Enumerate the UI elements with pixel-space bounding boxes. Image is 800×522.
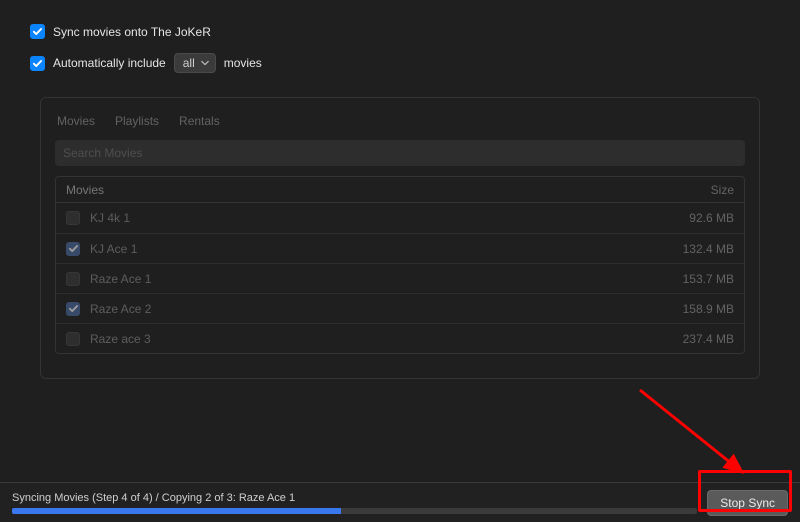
scope-select[interactable]: all: [174, 53, 216, 73]
row-name: Raze ace 3: [90, 332, 151, 346]
row-checkbox[interactable]: [66, 211, 80, 225]
check-icon: [68, 303, 79, 314]
check-icon: [68, 243, 79, 254]
row-size: 153.7 MB: [664, 272, 734, 286]
search-input[interactable]: [55, 140, 745, 166]
sync-movies-checkbox[interactable]: [30, 24, 45, 39]
progress-label: Syncing Movies (Step 4 of 4) / Copying 2…: [12, 492, 697, 504]
stop-sync-button[interactable]: Stop Sync: [707, 490, 788, 516]
auto-include-suffix: movies: [224, 56, 262, 70]
row-size: 132.4 MB: [664, 242, 734, 256]
row-name-cell: Raze Ace 2: [66, 302, 664, 316]
row-name-cell: KJ 4k 1: [66, 211, 664, 225]
movies-panel: Movies Playlists Rentals Movies Size KJ …: [40, 97, 760, 379]
row-name: KJ Ace 1: [90, 242, 137, 256]
sync-options: Sync movies onto The JoKeR Automatically…: [0, 0, 800, 97]
tab-rentals[interactable]: Rentals: [179, 114, 220, 128]
table-body: KJ 4k 1 92.6 MB KJ Ace 1 132.4 MB Raze Ace 1…: [56, 203, 744, 353]
row-name-cell: Raze Ace 1: [66, 272, 664, 286]
table-row[interactable]: KJ Ace 1 132.4 MB: [56, 233, 744, 263]
row-checkbox[interactable]: [66, 242, 80, 256]
row-size: 92.6 MB: [664, 211, 734, 225]
auto-include-row: Automatically include all movies: [30, 53, 770, 73]
table-row[interactable]: KJ 4k 1 92.6 MB: [56, 203, 744, 233]
row-name: Raze Ace 2: [90, 302, 151, 316]
check-icon: [32, 58, 43, 69]
tab-playlists[interactable]: Playlists: [115, 114, 159, 128]
col-header-size: Size: [664, 183, 734, 197]
sync-movies-label: Sync movies onto The JoKeR: [53, 25, 211, 39]
table-row[interactable]: Raze ace 3 237.4 MB: [56, 323, 744, 353]
tab-movies[interactable]: Movies: [57, 114, 95, 128]
scope-select-value: all: [183, 56, 195, 70]
row-name: KJ 4k 1: [90, 211, 130, 225]
row-name-cell: KJ Ace 1: [66, 242, 664, 256]
row-checkbox[interactable]: [66, 302, 80, 316]
chevron-down-icon: [201, 59, 209, 67]
tabs: Movies Playlists Rentals: [55, 112, 745, 140]
progress-track: [12, 508, 697, 514]
auto-include-prefix: Automatically include: [53, 56, 166, 70]
row-checkbox[interactable]: [66, 272, 80, 286]
progress: Syncing Movies (Step 4 of 4) / Copying 2…: [12, 492, 697, 514]
check-icon: [32, 26, 43, 37]
row-name: Raze Ace 1: [90, 272, 151, 286]
status-bar: Syncing Movies (Step 4 of 4) / Copying 2…: [0, 482, 800, 522]
row-size: 158.9 MB: [664, 302, 734, 316]
table-row[interactable]: Raze Ace 1 153.7 MB: [56, 263, 744, 293]
row-name-cell: Raze ace 3: [66, 332, 664, 346]
table-row[interactable]: Raze Ace 2 158.9 MB: [56, 293, 744, 323]
movies-table: Movies Size KJ 4k 1 92.6 MB KJ Ace 1 132.4 …: [55, 176, 745, 354]
sync-movies-row: Sync movies onto The JoKeR: [30, 24, 770, 39]
progress-fill: [12, 508, 341, 514]
col-header-name: Movies: [66, 183, 664, 197]
table-header: Movies Size: [56, 177, 744, 203]
row-size: 237.4 MB: [664, 332, 734, 346]
row-checkbox[interactable]: [66, 332, 80, 346]
auto-include-checkbox[interactable]: [30, 56, 45, 71]
